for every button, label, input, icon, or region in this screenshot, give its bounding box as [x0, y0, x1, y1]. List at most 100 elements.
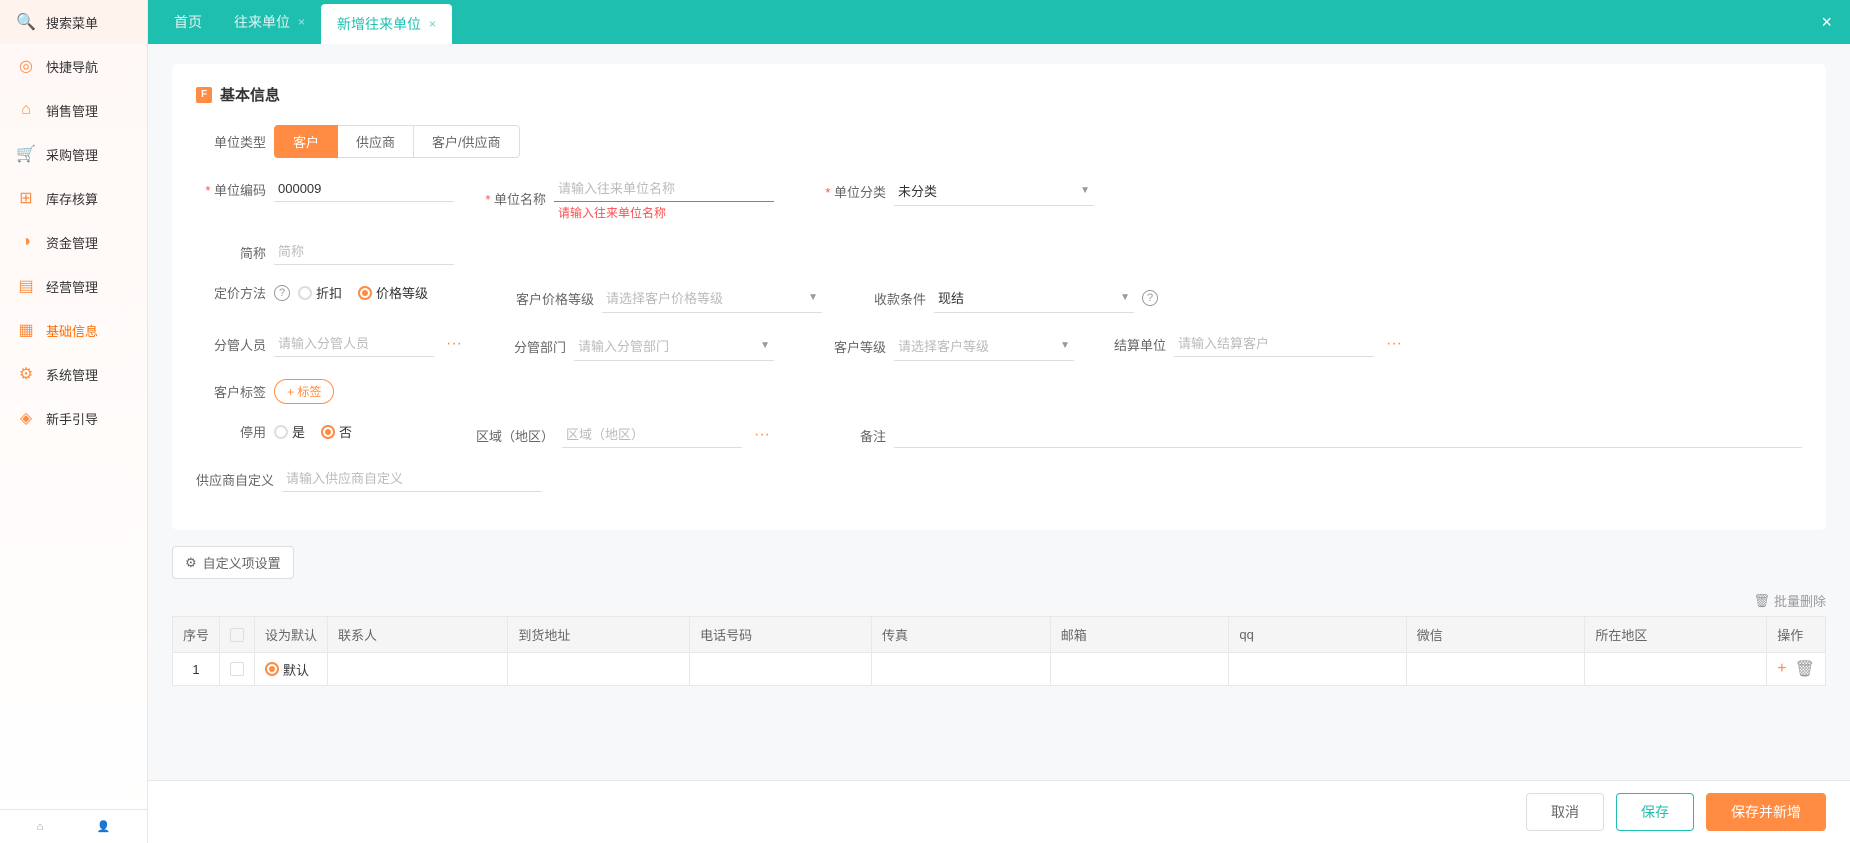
tab-partner-close[interactable]: × — [298, 15, 305, 29]
loc-region-input[interactable] — [1595, 662, 1756, 677]
payment-terms-select[interactable]: 现结 ▼ — [934, 283, 1134, 313]
tab-partner[interactable]: 往来单位 × — [218, 0, 321, 44]
save-button[interactable]: 保存 — [1616, 793, 1694, 831]
unit-name-input[interactable] — [554, 176, 774, 202]
sidebar-item-search[interactable]: 🔍 搜索菜单 — [0, 0, 147, 44]
unit-category-label: 单位分类 — [816, 182, 886, 201]
address-input[interactable] — [518, 662, 679, 677]
col-address: 到货地址 — [508, 617, 690, 653]
remarks-input[interactable] — [894, 422, 1802, 448]
sidebar-item-finance[interactable]: ◑ 资金管理 — [0, 220, 147, 264]
sidebar: 🔍 搜索菜单 ◎ 快捷导航 ⌂ 销售管理 🛒 采购管理 ⊞ 库存核算 ◑ 资金管… — [0, 0, 148, 843]
sidebar-item-shortcut[interactable]: ◎ 快捷导航 — [0, 44, 147, 88]
type-btn-both[interactable]: 客户/供应商 — [414, 125, 520, 158]
custom-settings-button[interactable]: ⚙ 自定义项设置 — [172, 546, 294, 579]
sidebar-item-newbie[interactable]: ◈ 新手引导 — [0, 396, 147, 440]
pricing-row: 定价方法 ? 折扣 价格等级 客户价格等级 — [196, 283, 1802, 313]
discount-label: 折扣 — [316, 283, 342, 302]
close-all-tabs[interactable]: × — [1813, 12, 1840, 33]
table-row: 1 默认 — [173, 653, 1826, 686]
cell-action: + 🗑 — [1767, 653, 1826, 686]
sidebar-item-label: 系统管理 — [46, 365, 98, 384]
purchase-icon: 🛒 — [16, 144, 36, 164]
sidebar-item-purchase[interactable]: 🛒 采购管理 — [0, 132, 147, 176]
tab-home[interactable]: 首页 — [158, 0, 218, 44]
tab-bar: 首页 往来单位 × 新增往来单位 × × — [148, 0, 1850, 44]
sidebar-item-basic[interactable]: ▦ 基础信息 — [0, 308, 147, 352]
pricing-group: 定价方法 ? 折扣 价格等级 — [196, 283, 516, 302]
pricing-help-icon[interactable]: ? — [274, 285, 290, 301]
dept-arrow: ▼ — [760, 340, 770, 351]
sidebar-item-inventory[interactable]: ⊞ 库存核算 — [0, 176, 147, 220]
pricing-radio-discount[interactable]: 折扣 — [298, 283, 342, 302]
batch-delete-button[interactable]: 🗑 批量删除 — [1753, 591, 1826, 610]
customer-level-arrow: ▼ — [1060, 340, 1070, 351]
unit-category-select[interactable]: 未分类 ▼ — [894, 176, 1094, 206]
contact-input[interactable] — [338, 662, 497, 677]
phone-input[interactable] — [700, 662, 861, 677]
disabled-no-radio[interactable]: 否 — [321, 422, 352, 441]
section-icon: F — [196, 87, 212, 103]
sidebar-user-btn[interactable]: 👤 — [97, 820, 111, 833]
save-and-new-button[interactable]: 保存并新增 — [1706, 793, 1826, 831]
unit-code-input[interactable] — [274, 176, 454, 202]
region-group: 区域（地区） ··· — [476, 422, 816, 448]
payment-help-icon[interactable]: ? — [1142, 290, 1158, 306]
tab-new-partner[interactable]: 新增往来单位 × — [321, 4, 452, 44]
col-region: 所在地区 — [1585, 617, 1767, 653]
supplier-custom-input[interactable] — [282, 466, 542, 492]
sidebar-home-btn[interactable]: ⌂ — [37, 821, 44, 833]
pricing-radio-level[interactable]: 价格等级 — [358, 283, 428, 302]
batch-delete-icon: 🗑 — [1753, 593, 1770, 609]
region-more-btn[interactable]: ··· — [750, 426, 774, 444]
email-input[interactable] — [1061, 662, 1219, 677]
department-group: 分管部门 请输入分管部门 ▼ — [496, 331, 816, 361]
section-header: F 基本信息 — [196, 84, 1802, 105]
cell-wechat — [1406, 653, 1585, 686]
customer-price-arrow: ▼ — [808, 292, 818, 303]
remarks-group: 备注 — [816, 422, 1802, 448]
manager-more-btn[interactable]: ··· — [442, 335, 466, 353]
type-btn-supplier[interactable]: 供应商 — [338, 125, 414, 158]
unit-category-group: 单位分类 未分类 ▼ — [816, 176, 1802, 206]
wechat-input[interactable] — [1417, 662, 1575, 677]
delete-row-btn[interactable]: 🗑 — [1795, 659, 1815, 679]
discount-radio-circle — [298, 286, 312, 300]
fax-input[interactable] — [882, 662, 1040, 677]
add-tag-button[interactable]: + 标签 — [274, 379, 334, 404]
row-checkbox[interactable] — [230, 662, 244, 676]
qq-input[interactable] — [1239, 662, 1395, 677]
disabled-yes-circle — [274, 425, 288, 439]
sidebar-item-label: 新手引导 — [46, 409, 98, 428]
disabled-radio-group: 是 否 — [274, 422, 352, 441]
payment-terms-group: 收款条件 现结 ▼ ? — [856, 283, 1802, 313]
cancel-button[interactable]: 取消 — [1526, 793, 1604, 831]
manager-input[interactable] — [274, 331, 434, 357]
disabled-yes-radio[interactable]: 是 — [274, 422, 305, 441]
tab-new-partner-close[interactable]: × — [429, 17, 436, 31]
row-default-radio[interactable]: 默认 — [265, 660, 317, 679]
customer-price-select[interactable]: 请选择客户价格等级 ▼ — [602, 283, 822, 313]
level-radio-circle — [358, 286, 372, 300]
payment-value: 现结 — [938, 288, 964, 307]
customer-level-select[interactable]: 请选择客户等级 ▼ — [894, 331, 1074, 361]
home-icon: ⌂ — [37, 821, 44, 833]
settlement-more-btn[interactable]: ··· — [1382, 335, 1406, 353]
cell-email — [1050, 653, 1229, 686]
sidebar-item-system[interactable]: ⚙ 系统管理 — [0, 352, 147, 396]
section-title: 基本信息 — [220, 84, 280, 105]
payment-label: 收款条件 — [856, 289, 926, 308]
unit-category-arrow: ▼ — [1080, 185, 1090, 196]
abbreviation-input[interactable] — [274, 239, 454, 265]
header-checkbox[interactable] — [230, 628, 244, 642]
sidebar-item-operations[interactable]: ▤ 经营管理 — [0, 264, 147, 308]
sidebar-item-label: 快捷导航 — [46, 57, 98, 76]
type-btn-customer[interactable]: 客户 — [274, 125, 338, 158]
department-select[interactable]: 请输入分管部门 ▼ — [574, 331, 774, 361]
settlement-input[interactable] — [1174, 331, 1374, 357]
level-label: 价格等级 — [376, 283, 428, 302]
sidebar-item-sales[interactable]: ⌂ 销售管理 — [0, 88, 147, 132]
region-input[interactable] — [562, 422, 742, 448]
add-row-btn[interactable]: + — [1777, 660, 1786, 678]
abbreviation-label: 简称 — [196, 243, 266, 262]
